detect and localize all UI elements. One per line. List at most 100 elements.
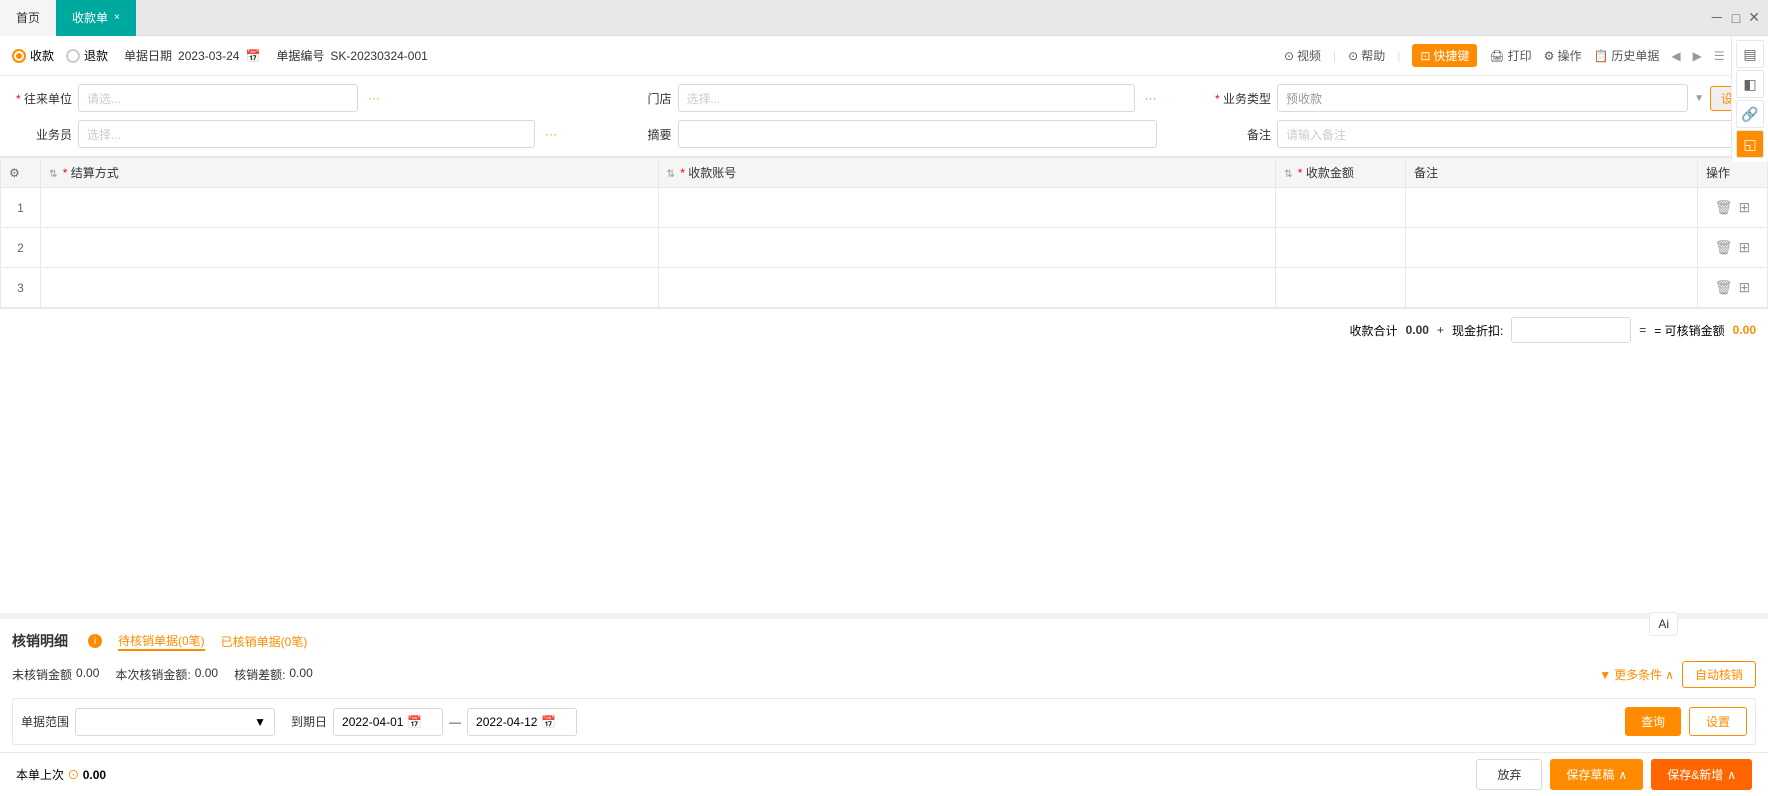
- abandon-btn[interactable]: 放弃: [1476, 759, 1542, 790]
- delete-icon-2[interactable]: 🗑: [1715, 239, 1733, 256]
- copy-icon-3[interactable]: ⊞: [1739, 279, 1751, 296]
- cell-remark-2[interactable]: [1406, 228, 1698, 268]
- history-icon: 📋: [1593, 49, 1608, 63]
- cell-remark-3[interactable]: [1406, 268, 1698, 308]
- pending-tab-label: 待核销单据(0笔): [118, 632, 205, 649]
- total-label: 收款合计: [1350, 322, 1398, 339]
- biz-type-input[interactable]: 预收款: [1277, 84, 1688, 112]
- counterpart-group: 往来单位 请选... ···: [12, 84, 557, 112]
- date-value[interactable]: 2023-03-24: [178, 49, 239, 63]
- nuclear-info-icon[interactable]: i: [88, 634, 102, 648]
- sidebar-btn-2[interactable]: ◧: [1736, 70, 1764, 98]
- cell-actions-3: 🗑 ⊞: [1698, 268, 1768, 308]
- date-to-input[interactable]: 2022-04-12 📅: [467, 708, 577, 736]
- shortcut-btn[interactable]: ⊡ 快捷键: [1412, 44, 1477, 67]
- counterpart-more[interactable]: ···: [368, 91, 380, 105]
- pending-tab[interactable]: 待核销单据(0笔): [118, 632, 205, 651]
- sidebar-btn-1[interactable]: ▤: [1736, 40, 1764, 68]
- cell-amount-2[interactable]: [1276, 228, 1406, 268]
- counterpart-input[interactable]: 请选...: [78, 84, 358, 112]
- tab-close-icon[interactable]: ×: [114, 0, 120, 36]
- nuclear-settings-btn[interactable]: 设置: [1689, 707, 1747, 736]
- table-row: 3 🗑 ⊞: [1, 268, 1768, 308]
- operations-icon: ⚙: [1544, 49, 1555, 63]
- date-from-input[interactable]: 2022-04-01 📅: [333, 708, 443, 736]
- shop-more[interactable]: ···: [1145, 91, 1157, 105]
- form-header: 收款 退款 单据日期 2023-03-24 📅 单据编号 SK-20230324…: [0, 36, 1768, 76]
- delete-icon-3[interactable]: 🗑: [1715, 279, 1733, 296]
- salesperson-more[interactable]: ···: [545, 127, 557, 141]
- done-tab[interactable]: 已核销单据(0笔): [221, 633, 308, 650]
- chevron-up-icon: ∧: [1665, 668, 1674, 682]
- cell-amount-1[interactable]: [1276, 188, 1406, 228]
- view-toggle-list[interactable]: ☰: [1714, 49, 1725, 63]
- form-fields: 往来单位 请选... ··· 门店 选择... ··· 业务类型 预收款: [0, 76, 1768, 157]
- refund-radio[interactable]: 退款: [66, 47, 108, 64]
- copy-icon-2[interactable]: ⊞: [1739, 239, 1751, 256]
- auto-close-btn[interactable]: 自动核销: [1682, 661, 1756, 688]
- calendar-to-icon[interactable]: 📅: [541, 715, 556, 729]
- range-label: 单据范围: [21, 713, 69, 730]
- video-btn[interactable]: ⊙ 视频: [1284, 47, 1321, 64]
- receipt-radio[interactable]: 收款: [12, 47, 54, 64]
- nav-prev[interactable]: ◀: [1671, 49, 1680, 63]
- calendar-from-icon[interactable]: 📅: [407, 715, 422, 729]
- window-close[interactable]: ✕: [1748, 9, 1760, 26]
- due-date-label: 到期日: [291, 713, 327, 730]
- main-table: ⚙ ⇅ * 结算方式 ⇅ * 收款账号 ⇅ * 收款金额: [0, 157, 1768, 308]
- cell-amount-3[interactable]: [1276, 268, 1406, 308]
- page-footer: 本单上次 ⊙ 0.00 放弃 保存草稿 ∧ 保存&新增 ∧: [0, 752, 1768, 796]
- operations-btn[interactable]: ⚙ 操作: [1544, 47, 1582, 64]
- number-value: SK-20230324-001: [330, 49, 427, 63]
- cell-account-1[interactable]: [658, 188, 1276, 228]
- window-minimize[interactable]: －: [1710, 8, 1724, 28]
- more-conditions-btn[interactable]: ▼ 更多条件 ∧: [1599, 666, 1674, 683]
- plus-sign: +: [1437, 323, 1444, 337]
- col-settle-label: 结算方式: [71, 166, 119, 180]
- gear-header[interactable]: ⚙: [1, 158, 41, 188]
- current-label: 本次核销金额:: [115, 666, 190, 683]
- tab-home[interactable]: 首页: [0, 0, 56, 36]
- nav-next[interactable]: ▶: [1693, 49, 1702, 63]
- shop-input[interactable]: 选择...: [678, 84, 1135, 112]
- query-btn[interactable]: 查询: [1625, 707, 1681, 736]
- tab-home-label: 首页: [16, 0, 40, 36]
- table-row: 1 🗑 ⊞: [1, 188, 1768, 228]
- tab-receipt[interactable]: 收款单 ×: [56, 0, 136, 36]
- cell-settle-3[interactable]: [41, 268, 659, 308]
- th-settle-method: ⇅ * 结算方式: [41, 158, 659, 188]
- sidebar-btn-4[interactable]: ◱: [1736, 130, 1764, 158]
- fields-row-2: 业务员 选择... ··· 摘要 备注 请输入备注: [12, 120, 1756, 148]
- biz-type-chevron[interactable]: ▼: [1694, 93, 1704, 104]
- unclosed-label: 未核销金额: [12, 666, 72, 683]
- ai-badge[interactable]: Ai: [1649, 612, 1678, 636]
- th-account: ⇅ * 收款账号: [658, 158, 1276, 188]
- salesperson-input[interactable]: 选择...: [78, 120, 535, 148]
- order-icon[interactable]: ⊙: [67, 768, 79, 782]
- save-new-btn[interactable]: 保存&新增 ∧: [1651, 759, 1752, 790]
- remark-input[interactable]: 请输入备注: [1277, 120, 1756, 148]
- gear-icon[interactable]: ⚙: [9, 166, 20, 180]
- print-btn[interactable]: 🖨 打印: [1489, 47, 1531, 64]
- cell-account-3[interactable]: [658, 268, 1276, 308]
- footer-buttons: 放弃 保存草稿 ∧ 保存&新增 ∧: [1476, 759, 1752, 790]
- save-draft-btn[interactable]: 保存草稿 ∧: [1550, 759, 1643, 790]
- discount-input[interactable]: [1511, 317, 1631, 343]
- history-btn[interactable]: 📋 历史单据: [1593, 47, 1659, 64]
- delete-icon-1[interactable]: 🗑: [1715, 199, 1733, 216]
- receipt-label: 收款: [30, 47, 54, 64]
- copy-icon-1[interactable]: ⊞: [1739, 199, 1751, 216]
- calendar-icon[interactable]: 📅: [245, 49, 260, 63]
- summary-input[interactable]: [678, 120, 1157, 148]
- cell-remark-1[interactable]: [1406, 188, 1698, 228]
- help-btn[interactable]: ⊙ 帮助: [1348, 47, 1385, 64]
- window-maximize[interactable]: □: [1732, 10, 1740, 26]
- sidebar-btn-3[interactable]: 🔗: [1736, 100, 1764, 128]
- date-from-value: 2022-04-01: [342, 715, 403, 729]
- cell-account-2[interactable]: [658, 228, 1276, 268]
- query-row: 单据范围 ▼ 到期日 2022-04-01 📅 — 2022-04-12 📅: [12, 698, 1756, 745]
- range-select[interactable]: ▼: [75, 708, 275, 736]
- counterpart-placeholder: 请选...: [87, 90, 121, 107]
- cell-settle-2[interactable]: [41, 228, 659, 268]
- cell-settle-1[interactable]: [41, 188, 659, 228]
